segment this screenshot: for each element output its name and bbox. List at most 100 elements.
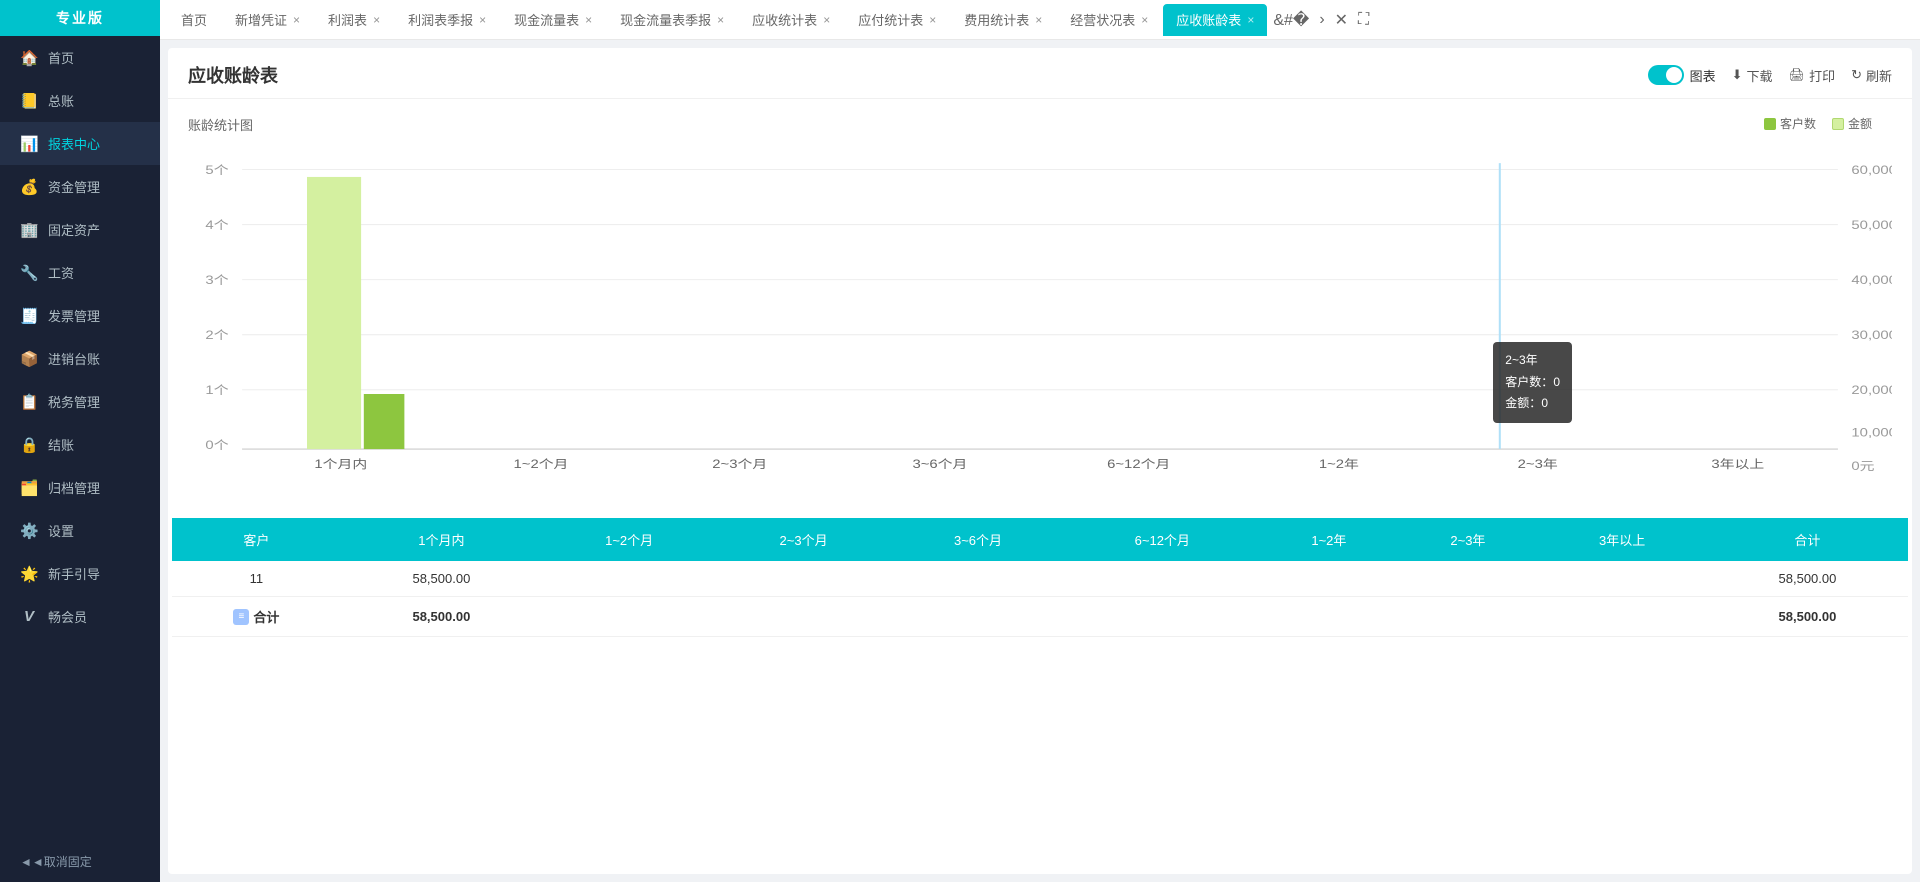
ledger-icon: 📒 [20,92,38,110]
svg-text:2~3个月: 2~3个月 [712,458,767,471]
tab-payable-stat-close[interactable]: × [929,13,936,27]
unpin-button[interactable]: ◄◄取消固定 [0,841,160,882]
tab-receivable-stat-close[interactable]: × [823,13,830,27]
print-button[interactable]: 🖨 打印 [1789,66,1836,85]
tab-home[interactable]: 首页 [168,4,220,36]
cell-y3plus-0 [1537,561,1706,597]
sidebar-item-guide[interactable]: 🌟 新手引导 [0,552,160,595]
funds-icon: 💰 [20,178,38,196]
tab-profit-label: 利润表 [328,10,367,29]
sidebar-item-reports[interactable]: 📊 报表中心 [0,122,160,165]
reports-icon: 📊 [20,135,38,153]
refresh-button[interactable]: ↻ 刷新 [1851,66,1892,85]
chart-legend: 客户数 金额 [1764,115,1872,132]
sidebar-item-guide-label: 新手引导 [48,564,100,583]
total-m612 [1065,597,1259,637]
main-content: 首页 新增凭证 × 利润表 × 利润表季报 × 现金流量表 × 现金流量表季报 … [160,0,1920,882]
tab-voucher-close[interactable]: × [293,13,300,27]
assets-icon: 🏢 [20,221,38,239]
tab-expand-button[interactable]: ⛶ [1354,7,1373,33]
svg-text:5个: 5个 [205,163,228,176]
aging-table: 客户 1个月内 1~2个月 2~3个月 3~6个月 6~12个月 1~2年 2~… [172,518,1908,637]
svg-text:3个: 3个 [205,273,228,286]
tab-receivable-stat[interactable]: 应收统计表 × [739,4,843,36]
legend-amount-dot [1832,118,1844,130]
sidebar-item-ledger[interactable]: 📒 总账 [0,79,160,122]
chart-toggle[interactable]: 图表 [1648,65,1716,85]
cell-m12-0 [542,561,716,597]
tab-voucher[interactable]: 新增凭证 × [222,4,313,36]
tab-cashflow-quarter-close[interactable]: × [717,13,724,27]
bar-customer-0 [364,394,405,449]
tab-profit-quarter-close[interactable]: × [479,13,486,27]
tab-cashflow-close[interactable]: × [585,13,592,27]
svg-text:0个: 0个 [205,439,228,452]
total-m1: 58,500.00 [341,597,542,637]
tab-operation-label: 经营状况表 [1070,10,1135,29]
inventory-icon: 📦 [20,350,38,368]
tab-cashflow-quarter[interactable]: 现金流量表季报 × [607,4,737,36]
svg-text:10,000.00元: 10,000.00元 [1851,426,1892,439]
total-m23 [716,597,890,637]
page-content: 应收账龄表 图表 ⬇ 下载 🖨 打印 ↻ 刷新 [168,48,1912,874]
tab-cashflow[interactable]: 现金流量表 × [501,4,605,36]
total-icon: ≡ [233,609,249,625]
toggle-label: 图表 [1690,66,1716,85]
sidebar-item-closing[interactable]: 🔒 结账 [0,423,160,466]
tax-icon: 📋 [20,393,38,411]
sidebar-item-tax[interactable]: 📋 税务管理 [0,380,160,423]
cell-total-0: 58,500.00 [1707,561,1908,597]
sidebar-item-invoice[interactable]: 🧾 发票管理 [0,294,160,337]
sidebar-item-settings[interactable]: ⚙️ 设置 [0,509,160,552]
sidebar-item-inventory[interactable]: 📦 进销台账 [0,337,160,380]
sidebar-item-archive[interactable]: 🗂️ 归档管理 [0,466,160,509]
cell-m23-0 [716,561,890,597]
svg-text:50,000.00元: 50,000.00元 [1851,218,1892,231]
total-label: ≡ 合计 [180,607,333,626]
total-m36 [891,597,1065,637]
col-customer: 客户 [172,518,341,561]
tab-operation[interactable]: 经营状况表 × [1057,4,1161,36]
svg-text:4个: 4个 [205,218,228,231]
total-y23 [1398,597,1537,637]
sidebar-item-assets[interactable]: 🏢 固定资产 [0,208,160,251]
tab-aging[interactable]: 应收账龄表 × [1163,4,1267,36]
svg-text:2个: 2个 [205,328,228,341]
unpin-label: ◄◄取消固定 [20,853,92,870]
svg-text:1~2年: 1~2年 [1319,458,1359,471]
sidebar-item-settings-label: 设置 [48,521,74,540]
tab-prev-button[interactable]: &#� [1269,6,1313,34]
sidebar-item-salary[interactable]: 🔧 工资 [0,251,160,294]
table-header: 客户 1个月内 1~2个月 2~3个月 3~6个月 6~12个月 1~2年 2~… [172,518,1908,561]
tab-next-button[interactable]: › [1315,7,1328,33]
svg-text:30,000.00元: 30,000.00元 [1851,328,1892,341]
tab-payable-stat[interactable]: 应付统计表 × [845,4,949,36]
sidebar-item-home[interactable]: 🏠 首页 [0,36,160,79]
sidebar-item-tax-label: 税务管理 [48,392,100,411]
tab-profit[interactable]: 利润表 × [315,4,393,36]
toggle-track[interactable] [1648,65,1684,85]
tab-close-all-button[interactable]: ✕ [1331,6,1352,34]
toggle-thumb [1666,67,1682,83]
svg-text:60,000.00元: 60,000.00元 [1851,163,1892,176]
tab-profit-close[interactable]: × [373,13,380,27]
tab-aging-close[interactable]: × [1247,13,1254,27]
sidebar-item-member[interactable]: V 畅会员 [0,595,160,638]
member-icon: V [20,608,38,625]
download-button[interactable]: ⬇ 下载 [1732,66,1773,85]
sidebar-item-inventory-label: 进销台账 [48,349,100,368]
tab-profit-quarter[interactable]: 利润表季报 × [395,4,499,36]
svg-text:40,000.00元: 40,000.00元 [1851,273,1892,286]
download-label: 下载 [1747,66,1773,85]
col-y23: 2~3年 [1398,518,1537,561]
tab-expense-stat-close[interactable]: × [1035,13,1042,27]
tab-expense-stat[interactable]: 费用统计表 × [951,4,1055,36]
col-y3plus: 3年以上 [1537,518,1706,561]
tab-aging-label: 应收账龄表 [1176,10,1241,29]
sidebar-item-funds[interactable]: 💰 资金管理 [0,165,160,208]
col-m1: 1个月内 [341,518,542,561]
legend-customer-dot [1764,118,1776,130]
chart-area: 账龄统计图 客户数 金额 5个 4个 3个 2个 1个 [168,99,1912,518]
tab-operation-close[interactable]: × [1141,13,1148,27]
tab-home-label: 首页 [181,10,207,29]
